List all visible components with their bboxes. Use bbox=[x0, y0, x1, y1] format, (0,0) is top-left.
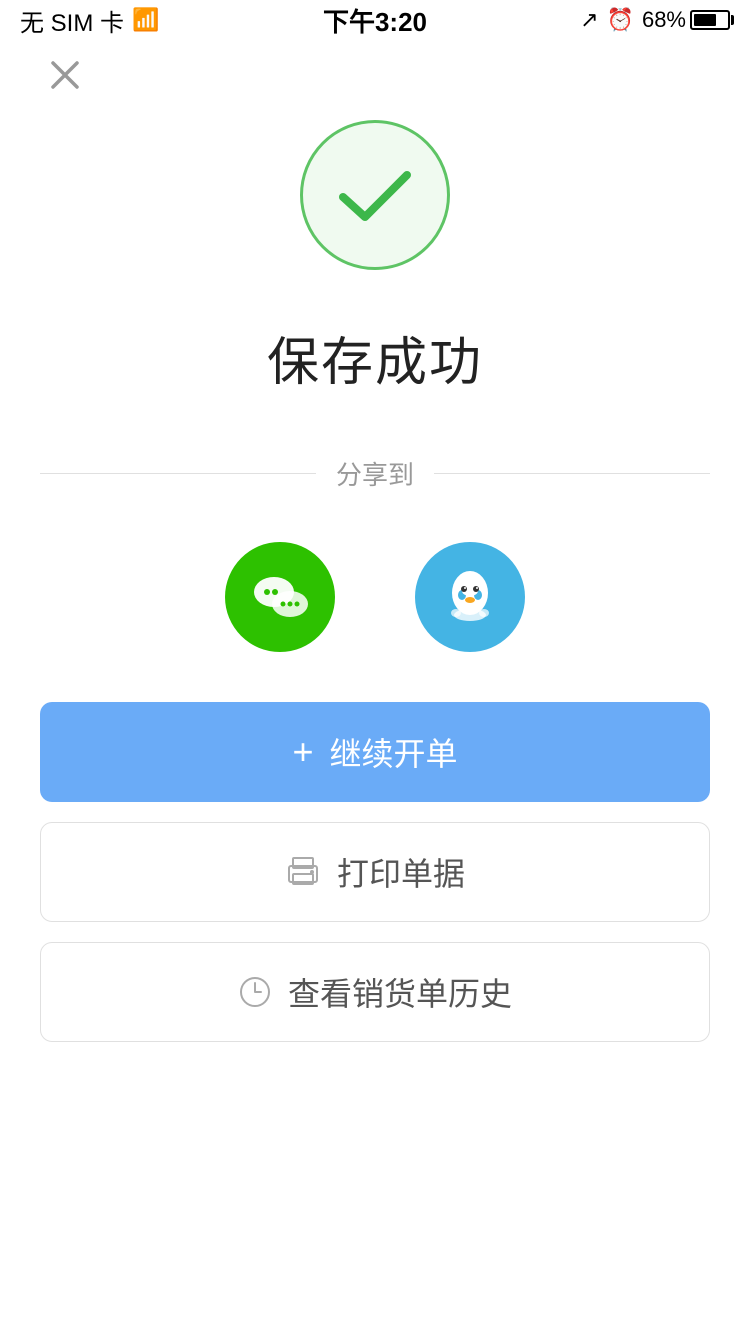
share-section: 分享到 bbox=[0, 455, 750, 652]
plus-icon: + bbox=[292, 731, 313, 773]
qq-share-button[interactable] bbox=[415, 542, 525, 652]
share-label: 分享到 bbox=[336, 455, 414, 492]
success-circle bbox=[300, 120, 450, 270]
status-bar: 无 SIM 卡 📶 下午3:20 ↗ ⏰ 68% bbox=[0, 0, 750, 40]
share-divider: 分享到 bbox=[40, 455, 710, 492]
close-icon bbox=[47, 57, 83, 93]
checkmark-icon bbox=[335, 165, 415, 225]
battery-fill bbox=[694, 14, 716, 26]
action-buttons: + 继续开单 打印单据 查看销货单历史 bbox=[0, 702, 750, 1042]
print-icon bbox=[285, 856, 321, 888]
location-icon: ↗ bbox=[580, 7, 598, 33]
wifi-icon: 📶 bbox=[132, 7, 159, 33]
battery-bar bbox=[690, 10, 730, 30]
success-title: 保存成功 bbox=[267, 320, 483, 395]
alarm-icon: ⏰ bbox=[607, 7, 634, 33]
history-icon bbox=[238, 975, 272, 1009]
battery-indicator: 68% bbox=[642, 7, 730, 33]
close-button[interactable] bbox=[40, 50, 90, 100]
divider-right bbox=[434, 473, 710, 474]
divider-left bbox=[40, 473, 316, 474]
share-icons bbox=[40, 542, 710, 652]
main-content: 保存成功 分享到 bbox=[0, 40, 750, 1042]
print-label: 打印单据 bbox=[337, 849, 465, 895]
status-time: 下午3:20 bbox=[323, 2, 427, 39]
continue-button[interactable]: + 继续开单 bbox=[40, 702, 710, 802]
continue-label: 继续开单 bbox=[330, 729, 458, 775]
status-right: ↗ ⏰ 68% bbox=[580, 7, 730, 33]
qq-icon bbox=[440, 565, 500, 630]
print-button[interactable]: 打印单据 bbox=[40, 822, 710, 922]
battery-percentage: 68% bbox=[642, 7, 686, 33]
wechat-icon bbox=[248, 570, 313, 625]
status-left: 无 SIM 卡 📶 bbox=[20, 3, 159, 38]
wechat-share-button[interactable] bbox=[225, 542, 335, 652]
carrier-label: 无 SIM 卡 bbox=[20, 3, 124, 38]
history-button[interactable]: 查看销货单历史 bbox=[40, 942, 710, 1042]
history-label: 查看销货单历史 bbox=[288, 969, 512, 1015]
